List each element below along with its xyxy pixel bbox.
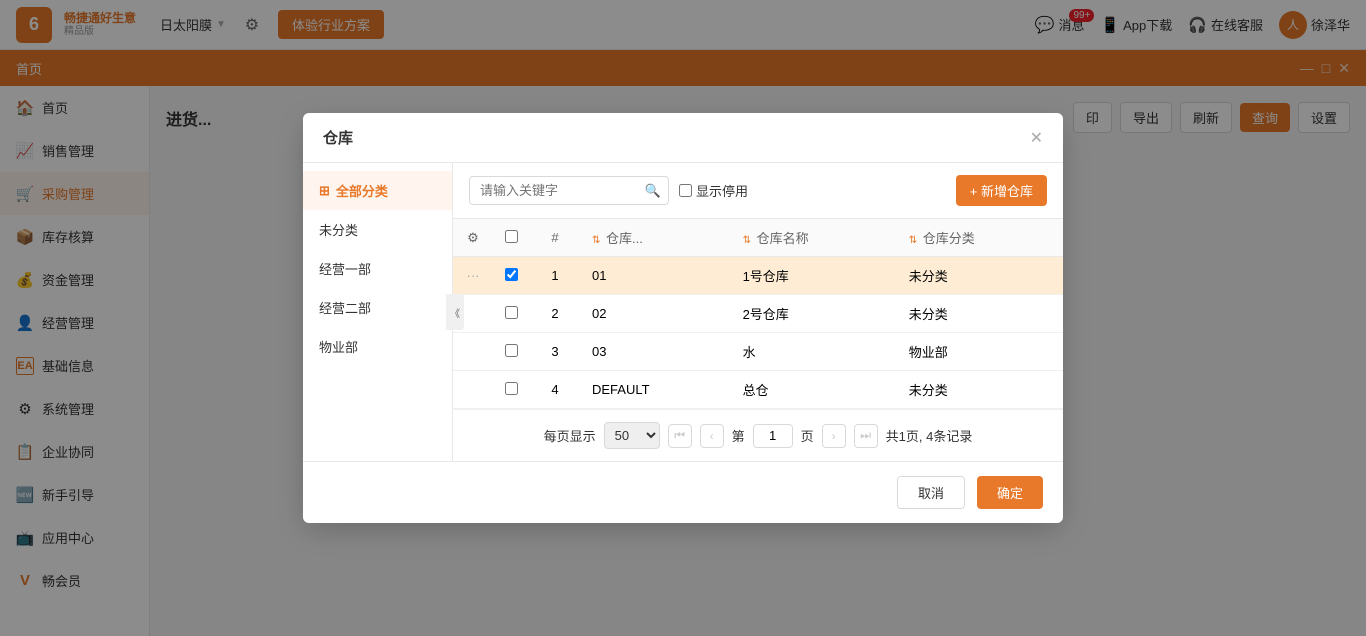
modal-sidebar: ⊞ 全部分类 未分类 经营一部 经营二部 物业部 《 bbox=[303, 163, 453, 461]
next-page-btn[interactable]: › bbox=[822, 424, 846, 448]
search-icon: 🔍 bbox=[645, 183, 661, 199]
category-sort-icon: ⇅ bbox=[909, 235, 917, 246]
select-all-checkbox[interactable] bbox=[505, 230, 518, 243]
row-name: 总仓 bbox=[731, 371, 897, 409]
row-no: 3 bbox=[530, 333, 580, 371]
per-page-label: 每页显示 bbox=[544, 426, 596, 445]
th-category: ⇅ 仓库分类 bbox=[897, 219, 1063, 257]
th-checkbox bbox=[493, 219, 530, 257]
modal-footer: 取消 确定 bbox=[303, 461, 1063, 523]
modal-sidebar-property[interactable]: 物业部 bbox=[303, 327, 452, 366]
row-code: DEFAULT bbox=[580, 371, 731, 409]
table-row[interactable]: 2 02 2号仓库 未分类 bbox=[453, 295, 1063, 333]
row-category: 未分类 bbox=[897, 257, 1063, 295]
row-checkbox[interactable] bbox=[505, 382, 518, 395]
modal-sidebar-dept1-label: 经营一部 bbox=[319, 259, 371, 278]
pagination: 每页显示 50 10 20 100 ⏮ ‹ 第 页 › ⏭ 共1页, 4条记录 bbox=[453, 409, 1063, 461]
warehouse-modal: 仓库 ✕ ⊞ 全部分类 未分类 经营一部 经营二部 bbox=[303, 113, 1063, 523]
per-page-select[interactable]: 50 10 20 100 bbox=[604, 422, 660, 449]
modal-sidebar-all-label: 全部分类 bbox=[336, 181, 388, 200]
modal-title: 仓库 bbox=[323, 127, 353, 148]
table-row[interactable]: ··· 1 01 1号仓库 未分类 bbox=[453, 257, 1063, 295]
warehouse-table: ⚙ # ⇅ 仓库... ⇅ 仓库名称 bbox=[453, 219, 1063, 409]
modal-sidebar-dept2[interactable]: 经营二部 bbox=[303, 288, 452, 327]
modal-sidebar-dept2-label: 经营二部 bbox=[319, 298, 371, 317]
search-input[interactable] bbox=[469, 176, 669, 205]
row-category: 未分类 bbox=[897, 295, 1063, 333]
modal-sidebar-all[interactable]: ⊞ 全部分类 bbox=[303, 171, 452, 210]
row-checkbox-cell[interactable] bbox=[493, 257, 530, 295]
row-name: 2号仓库 bbox=[731, 295, 897, 333]
th-no: # bbox=[530, 219, 580, 257]
modal-sidebar-uncategorized-label: 未分类 bbox=[319, 220, 358, 239]
add-warehouse-button[interactable]: + 新增仓库 bbox=[956, 175, 1047, 206]
modal-sidebar-uncategorized[interactable]: 未分类 bbox=[303, 210, 452, 249]
row-checkbox-cell[interactable] bbox=[493, 295, 530, 333]
show-disabled-label: 显示停用 bbox=[696, 181, 748, 200]
table-row[interactable]: 3 03 水 物业部 bbox=[453, 333, 1063, 371]
confirm-button[interactable]: 确定 bbox=[977, 476, 1043, 509]
grid-icon: ⊞ bbox=[319, 183, 330, 199]
row-no: 2 bbox=[530, 295, 580, 333]
first-page-btn[interactable]: ⏮ bbox=[668, 424, 692, 448]
page-number-input[interactable] bbox=[753, 424, 793, 448]
page-word: 第 bbox=[732, 426, 745, 445]
th-gear: ⚙ bbox=[453, 219, 493, 257]
last-page-btn[interactable]: ⏭ bbox=[854, 424, 878, 448]
row-category: 物业部 bbox=[897, 333, 1063, 371]
cancel-button[interactable]: 取消 bbox=[897, 476, 965, 509]
modal-sidebar-dept1[interactable]: 经营一部 bbox=[303, 249, 452, 288]
page-summary: 共1页, 4条记录 bbox=[886, 426, 973, 445]
warehouse-table-wrap: ⚙ # ⇅ 仓库... ⇅ 仓库名称 bbox=[453, 219, 1063, 409]
show-disabled-checkbox-label[interactable]: 显示停用 bbox=[679, 181, 748, 200]
modal-overlay: 仓库 ✕ ⊞ 全部分类 未分类 经营一部 经营二部 bbox=[0, 0, 1366, 636]
modal-sidebar-collapse-btn[interactable]: 《 bbox=[446, 294, 464, 330]
row-no: 4 bbox=[530, 371, 580, 409]
modal-sidebar-property-label: 物业部 bbox=[319, 337, 358, 356]
row-checkbox-cell[interactable] bbox=[493, 371, 530, 409]
gear-header-icon: ⚙ bbox=[467, 230, 479, 245]
prev-page-btn[interactable]: ‹ bbox=[700, 424, 724, 448]
row-category: 未分类 bbox=[897, 371, 1063, 409]
row-gear bbox=[453, 371, 493, 409]
modal-close-button[interactable]: ✕ bbox=[1030, 128, 1043, 148]
show-disabled-checkbox[interactable] bbox=[679, 184, 692, 197]
row-checkbox[interactable] bbox=[505, 306, 518, 319]
row-name: 1号仓库 bbox=[731, 257, 897, 295]
name-sort-icon: ⇅ bbox=[743, 235, 751, 246]
row-checkbox[interactable] bbox=[505, 268, 518, 281]
row-name: 水 bbox=[731, 333, 897, 371]
code-sort-icon: ⇅ bbox=[592, 235, 600, 246]
search-wrap: 🔍 bbox=[469, 176, 669, 205]
row-checkbox-cell[interactable] bbox=[493, 333, 530, 371]
row-code: 03 bbox=[580, 333, 731, 371]
modal-content: 🔍 显示停用 + 新增仓库 ⚙ bbox=[453, 163, 1063, 461]
table-body: ··· 1 01 1号仓库 未分类 2 02 2号仓库 未分类 bbox=[453, 257, 1063, 409]
row-code: 01 bbox=[580, 257, 731, 295]
th-name: ⇅ 仓库名称 bbox=[731, 219, 897, 257]
row-checkbox[interactable] bbox=[505, 344, 518, 357]
modal-header: 仓库 ✕ bbox=[303, 113, 1063, 163]
row-no: 1 bbox=[530, 257, 580, 295]
table-header: ⚙ # ⇅ 仓库... ⇅ 仓库名称 bbox=[453, 219, 1063, 257]
row-gear: ··· bbox=[453, 257, 493, 295]
modal-body: ⊞ 全部分类 未分类 经营一部 经营二部 物业部 《 bbox=[303, 163, 1063, 461]
page-unit: 页 bbox=[801, 426, 814, 445]
table-row[interactable]: 4 DEFAULT 总仓 未分类 bbox=[453, 371, 1063, 409]
row-code: 02 bbox=[580, 295, 731, 333]
th-code: ⇅ 仓库... bbox=[580, 219, 731, 257]
row-gear bbox=[453, 333, 493, 371]
modal-toolbar: 🔍 显示停用 + 新增仓库 bbox=[453, 163, 1063, 219]
